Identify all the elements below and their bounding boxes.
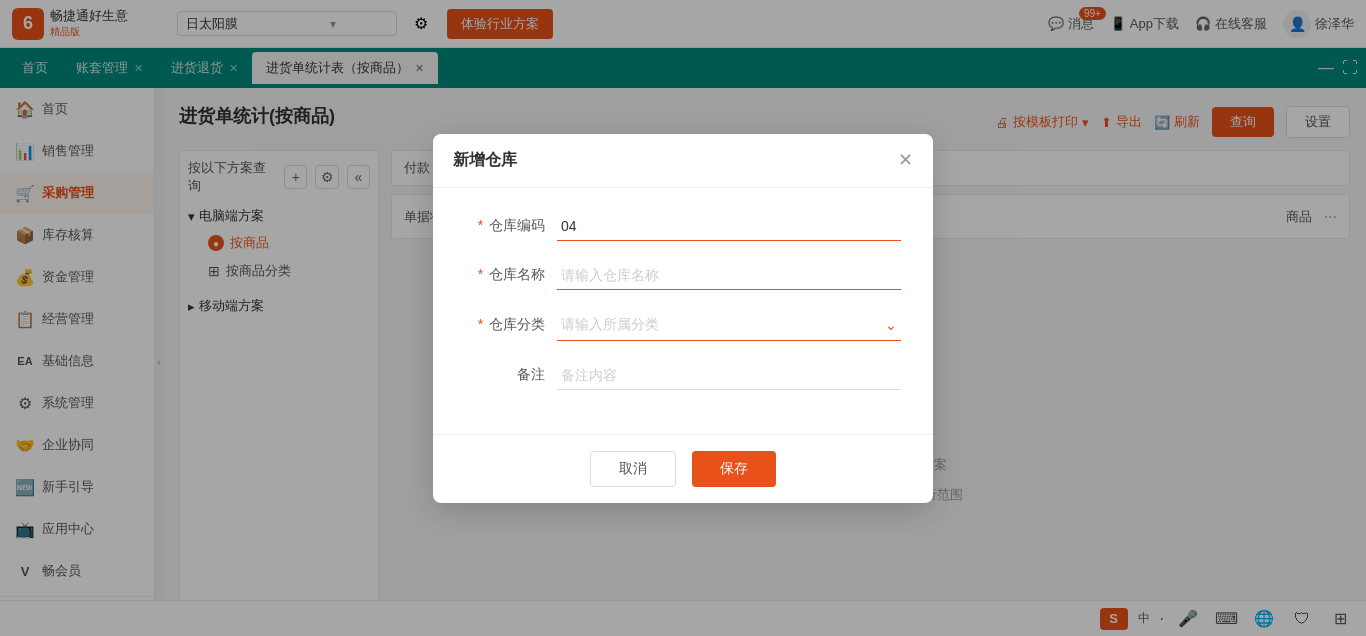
form-label-category: * 仓库分类 [465, 316, 545, 334]
modal-footer: 取消 保存 [433, 434, 933, 503]
note-label-text: 备注 [517, 366, 545, 382]
modal-overlay[interactable]: 新增仓库 ✕ * 仓库编码 * 仓库名称 [0, 0, 1366, 636]
category-placeholder: 请输入所属分类 [561, 316, 885, 334]
modal-close-button[interactable]: ✕ [898, 151, 913, 169]
form-row-code: * 仓库编码 [465, 212, 901, 241]
required-star-category: * [478, 316, 483, 332]
form-label-note: 备注 [465, 366, 545, 384]
modal-body: * 仓库编码 * 仓库名称 * 仓库分类 请输入所属 [433, 188, 933, 434]
warehouse-name-input[interactable] [557, 261, 901, 290]
save-button[interactable]: 保存 [692, 451, 776, 487]
category-label-text: 仓库分类 [489, 316, 545, 332]
category-arrow-icon: ⌄ [885, 317, 897, 333]
warehouse-code-input[interactable] [557, 212, 901, 241]
form-label-name: * 仓库名称 [465, 266, 545, 284]
form-row-category: * 仓库分类 请输入所属分类 ⌄ [465, 310, 901, 341]
form-label-code: * 仓库编码 [465, 217, 545, 235]
modal-add-warehouse: 新增仓库 ✕ * 仓库编码 * 仓库名称 [433, 134, 933, 503]
required-star-name: * [478, 266, 483, 282]
name-label-text: 仓库名称 [489, 266, 545, 282]
warehouse-note-input[interactable] [557, 361, 901, 390]
form-row-note: 备注 [465, 361, 901, 390]
required-star-code: * [478, 217, 483, 233]
form-row-name: * 仓库名称 [465, 261, 901, 290]
modal-title: 新增仓库 [453, 150, 517, 171]
modal-header: 新增仓库 ✕ [433, 134, 933, 188]
cancel-button[interactable]: 取消 [590, 451, 676, 487]
code-label-text: 仓库编码 [489, 217, 545, 233]
category-select[interactable]: 请输入所属分类 ⌄ [557, 310, 901, 341]
